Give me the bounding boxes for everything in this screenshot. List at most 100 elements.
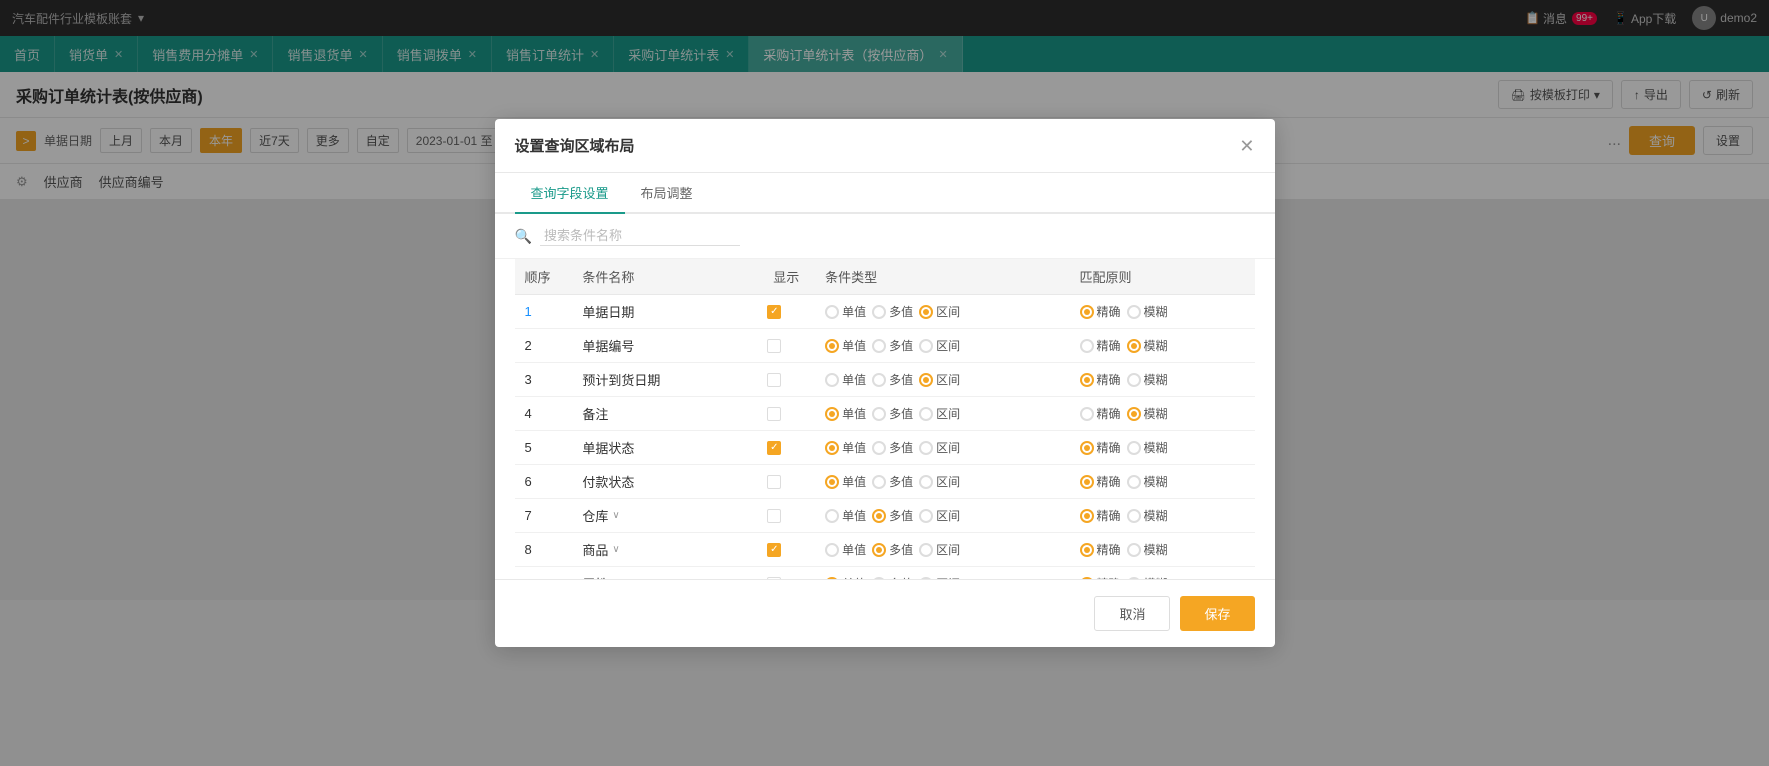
type-single-label: 单值 [842,405,866,422]
chevron-icon: ∨ [612,510,619,521]
type-range-label: 区间 [936,303,960,320]
type-range-label: 区间 [936,507,960,524]
match-fuzzy-radio[interactable]: 模糊 [1127,303,1168,320]
tab-layout[interactable]: 布局调整 [625,173,709,214]
type-multi-radio[interactable]: 多值 [872,337,913,354]
condition-search-input[interactable] [540,226,740,246]
save-button[interactable]: 保存 [1180,596,1254,631]
type-single-label: 单值 [842,507,866,524]
condition-display[interactable] [757,533,815,567]
type-range-radio[interactable]: 区间 [919,473,960,490]
radio-range-dot [919,509,933,523]
condition-display[interactable] [757,295,815,329]
condition-display[interactable] [757,329,815,363]
match-exact-radio[interactable]: 精确 [1080,507,1121,524]
condition-name: 付款状态 [572,465,757,499]
type-range-radio[interactable]: 区间 [919,303,960,320]
display-checkbox[interactable] [767,305,781,319]
cancel-button[interactable]: 取消 [1094,596,1170,631]
table-row: 8商品 ∨ 单值 多值 区间 精确 [515,533,1255,567]
condition-match: 精确 模糊 [1070,465,1255,499]
radio-range-dot [919,305,933,319]
condition-display[interactable] [757,567,815,580]
type-range-radio[interactable]: 区间 [919,405,960,422]
type-single-radio[interactable]: 单值 [825,507,866,524]
radio-single-dot [825,305,839,319]
type-multi-radio[interactable]: 多值 [872,303,913,320]
type-single-label: 单值 [842,371,866,388]
condition-match: 精确 模糊 [1070,295,1255,329]
display-checkbox[interactable] [767,339,781,353]
radio-multi-dot [872,407,886,421]
condition-match: 精确 模糊 [1070,567,1255,580]
match-exact-label: 精确 [1097,507,1121,524]
type-single-radio[interactable]: 单值 [825,541,866,558]
type-range-radio[interactable]: 区间 [919,337,960,354]
type-single-radio[interactable]: 单值 [825,473,866,490]
display-checkbox[interactable] [767,475,781,489]
match-fuzzy-radio[interactable]: 模糊 [1127,507,1168,524]
match-exact-radio[interactable]: 精确 [1080,371,1121,388]
type-range-radio[interactable]: 区间 [919,541,960,558]
type-multi-radio[interactable]: 多值 [872,541,913,558]
condition-display[interactable] [757,465,815,499]
condition-display[interactable] [757,499,815,533]
radio-fuzzy-dot [1127,373,1141,387]
condition-display[interactable] [757,363,815,397]
match-fuzzy-radio[interactable]: 模糊 [1127,405,1168,422]
match-fuzzy-radio[interactable]: 模糊 [1127,371,1168,388]
condition-type: 单值 多值 区间 [815,397,1069,431]
display-checkbox[interactable] [767,509,781,523]
match-fuzzy-radio[interactable]: 模糊 [1127,337,1168,354]
match-exact-radio[interactable]: 精确 [1080,303,1121,320]
type-multi-label: 多值 [889,405,913,422]
radio-range-dot [919,441,933,455]
type-single-radio[interactable]: 单值 [825,371,866,388]
type-multi-radio[interactable]: 多值 [872,473,913,490]
radio-exact-dot [1080,373,1094,387]
condition-name: 商品 ∨ [572,533,757,567]
condition-match: 精确 模糊 [1070,499,1255,533]
radio-multi-dot [872,339,886,353]
match-exact-radio[interactable]: 精确 [1080,337,1121,354]
match-exact-label: 精确 [1097,337,1121,354]
radio-single-dot [825,509,839,523]
condition-name: 单据编号 [572,329,757,363]
type-range-label: 区间 [936,337,960,354]
type-multi-label: 多值 [889,371,913,388]
match-fuzzy-radio[interactable]: 模糊 [1127,541,1168,558]
match-exact-radio[interactable]: 精确 [1080,405,1121,422]
type-single-radio[interactable]: 单值 [825,303,866,320]
type-multi-radio[interactable]: 多值 [872,507,913,524]
match-exact-radio[interactable]: 精确 [1080,473,1121,490]
type-multi-radio[interactable]: 多值 [872,439,913,456]
type-single-label: 单值 [842,473,866,490]
type-multi-radio[interactable]: 多值 [872,371,913,388]
match-fuzzy-radio[interactable]: 模糊 [1127,439,1168,456]
display-checkbox[interactable] [767,441,781,455]
type-range-radio[interactable]: 区间 [919,507,960,524]
match-fuzzy-radio[interactable]: 模糊 [1127,473,1168,490]
type-multi-label: 多值 [889,507,913,524]
match-exact-radio[interactable]: 精确 [1080,541,1121,558]
radio-exact-dot [1080,543,1094,557]
condition-display[interactable] [757,397,815,431]
display-checkbox[interactable] [767,407,781,421]
type-single-radio[interactable]: 单值 [825,405,866,422]
display-checkbox[interactable] [767,373,781,387]
type-single-radio[interactable]: 单值 [825,439,866,456]
display-checkbox[interactable] [767,543,781,557]
type-range-radio[interactable]: 区间 [919,371,960,388]
condition-name: 仓库 ∨ [572,499,757,533]
match-exact-radio[interactable]: 精确 [1080,439,1121,456]
conditions-table-scroll[interactable]: 顺序 条件名称 显示 条件类型 匹配原则 1单据日期 单值 [515,259,1255,579]
tab-field-settings[interactable]: 查询字段设置 [515,173,625,214]
dialog-close-button[interactable]: ✕ [1239,137,1254,155]
condition-name: 预计到货日期 [572,363,757,397]
table-row: 9属性 ∨ 单值 多值 区间 精确 [515,567,1255,580]
type-single-radio[interactable]: 单值 [825,337,866,354]
condition-display[interactable] [757,431,815,465]
type-multi-radio[interactable]: 多值 [872,405,913,422]
condition-match: 精确 模糊 [1070,397,1255,431]
type-range-radio[interactable]: 区间 [919,439,960,456]
